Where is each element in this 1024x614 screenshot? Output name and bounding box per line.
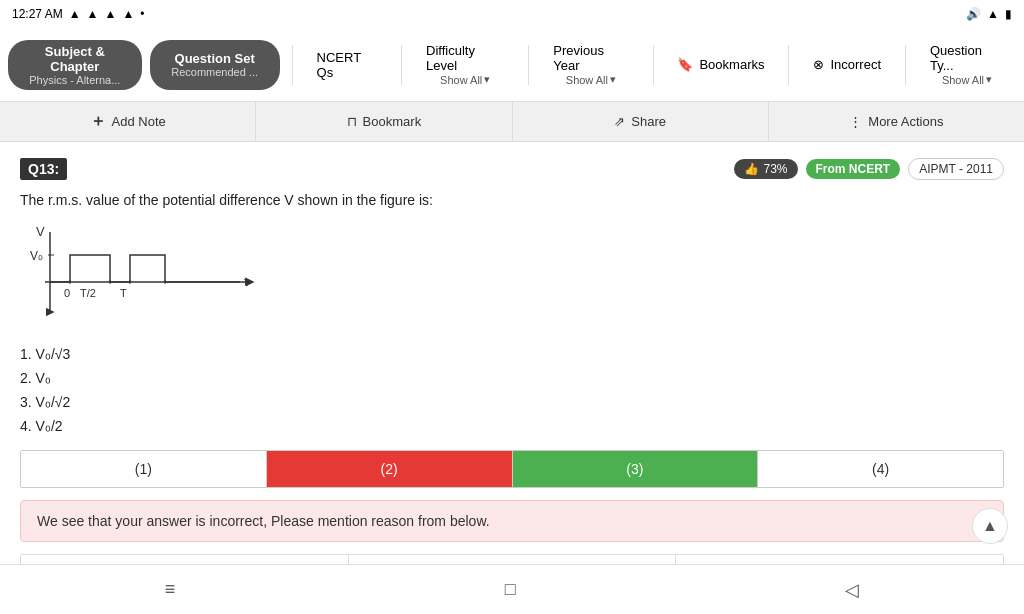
plus-icon: ＋ [90,111,106,132]
answer-tabs: (1) (2) (3) (4) [20,450,1004,488]
bookmark-icon: 🔖 [677,57,693,72]
back-icon: ◁ [845,580,859,600]
exam-badge: AIPMT - 2011 [908,158,1004,180]
bookmark-toolbar-icon: ⊓ [347,114,357,129]
answer-tab-4[interactable]: (4) [758,451,1003,487]
question-type-label: Question Ty... [930,43,1004,73]
subject-chapter-label: Subject & Chapter [22,44,128,74]
options-list: 1. V₀/√3 2. V₀ 3. V₀/√2 4. V₀/2 [20,346,1004,434]
nav-divider-2 [401,45,402,85]
subject-chapter-chip[interactable]: Subject & Chapter Physics - Alterna... [8,40,142,90]
question-number: Q13: [20,158,67,180]
svg-text:0: 0 [64,287,70,299]
svg-text:V: V [36,224,45,239]
signal-icon-3: ▲ [104,7,116,21]
add-note-btn[interactable]: ＋ Add Note [0,102,256,141]
option-1: 1. V₀/√3 [20,346,1004,362]
square-icon: □ [505,579,516,599]
chevron-down-icon: ▾ [484,73,490,86]
incorrect-btn[interactable]: ⊗ Incorrect [801,40,893,90]
time-display: 12:27 AM [12,7,63,21]
svg-text:T: T [120,287,127,299]
previous-year-label: Previous Year [553,43,628,73]
answer-tab-3[interactable]: (3) [513,451,759,487]
signal-icon-2: ▲ [87,7,99,21]
bottom-nav: ≡ □ ◁ [0,564,1024,614]
difficulty-level-nav[interactable]: Difficulty Level Show All ▾ [414,40,516,90]
nav-divider-3 [528,45,529,85]
menu-icon-btn[interactable]: ≡ [145,571,196,608]
question-set-label: Question Set [175,51,255,66]
reason-tabs: Silly Mistake Conceptual Mistake Other R… [20,554,1004,564]
previous-year-nav[interactable]: Previous Year Show All ▾ [541,40,640,90]
share-btn[interactable]: ⇗ Share [513,102,769,141]
question-type-nav[interactable]: Question Ty... Show All ▾ [918,40,1016,90]
nav-divider-5 [788,45,789,85]
question-type-sub: Show All ▾ [942,73,992,86]
volume-icon: 🔊 [966,7,981,21]
dot-icon: • [140,7,144,21]
question-set-sublabel: Recommended ... [171,66,258,78]
toolbar: ＋ Add Note ⊓ Bookmark ⇗ Share ⋮ More Act… [0,102,1024,142]
x-circle-icon: ⊗ [813,57,824,72]
question-set-chip[interactable]: Question Set Recommended ... [150,40,280,90]
graph-container: V t V₀ 0 T/2 T [20,222,1004,332]
more-actions-btn[interactable]: ⋮ More Actions [769,102,1024,141]
like-badge: 👍 73% [734,159,797,179]
chevron-down-icon-2: ▾ [610,73,616,86]
question-header: Q13: 👍 73% From NCERT AIPMT - 2011 [20,158,1004,180]
nav-divider-1 [292,45,293,85]
svg-text:t: t [244,274,248,289]
option-4: 4. V₀/2 [20,418,1004,434]
option-3: 3. V₀/√2 [20,394,1004,410]
ncert-qs-tab[interactable]: NCERT Qs [305,40,390,90]
answer-tab-2[interactable]: (2) [267,451,513,487]
main-content: Q13: 👍 73% From NCERT AIPMT - 2011 The r… [0,142,1024,564]
reason-other[interactable]: Other Reason [676,555,1003,564]
answer-tab-1[interactable]: (1) [21,451,267,487]
subject-chapter-sublabel: Physics - Alterna... [29,74,120,86]
bookmark-btn[interactable]: ⊓ Bookmark [256,102,512,141]
svg-text:T/2: T/2 [80,287,96,299]
chevron-down-icon-3: ▾ [986,73,992,86]
wifi-icon: ▲ [987,7,999,21]
question-text: The r.m.s. value of the potential differ… [20,192,1004,208]
previous-year-sub: Show All ▾ [566,73,616,86]
nav-divider-6 [905,45,906,85]
ncert-qs-label: NCERT Qs [317,50,378,80]
scroll-up-button[interactable]: ▲ [972,508,1008,544]
svg-text:V₀: V₀ [30,249,43,263]
more-dots-icon: ⋮ [849,114,862,129]
question-badges: 👍 73% From NCERT AIPMT - 2011 [734,158,1004,180]
battery-icon: ▮ [1005,7,1012,21]
hamburger-icon: ≡ [165,579,176,599]
signal-icon-4: ▲ [122,7,134,21]
signal-icon-1: ▲ [69,7,81,21]
share-icon: ⇗ [614,114,625,129]
ncert-badge: From NCERT [806,159,901,179]
option-2: 2. V₀ [20,370,1004,386]
navbar: Subject & Chapter Physics - Alterna... Q… [0,28,1024,102]
nav-divider-4 [653,45,654,85]
potential-graph: V t V₀ 0 T/2 T [20,222,260,332]
bookmarks-btn[interactable]: 🔖 Bookmarks [665,40,776,90]
thumbs-up-icon: 👍 [744,162,759,176]
reason-silly-mistake[interactable]: Silly Mistake [21,555,349,564]
home-icon-btn[interactable]: □ [485,571,536,608]
incorrect-message: We see that your answer is incorrect, Pl… [20,500,1004,542]
back-icon-btn[interactable]: ◁ [825,571,879,609]
status-bar: 12:27 AM ▲ ▲ ▲ ▲ • 🔊 ▲ ▮ [0,0,1024,28]
difficulty-level-sub: Show All ▾ [440,73,490,86]
reason-conceptual-mistake[interactable]: Conceptual Mistake [349,555,677,564]
difficulty-level-label: Difficulty Level [426,43,504,73]
